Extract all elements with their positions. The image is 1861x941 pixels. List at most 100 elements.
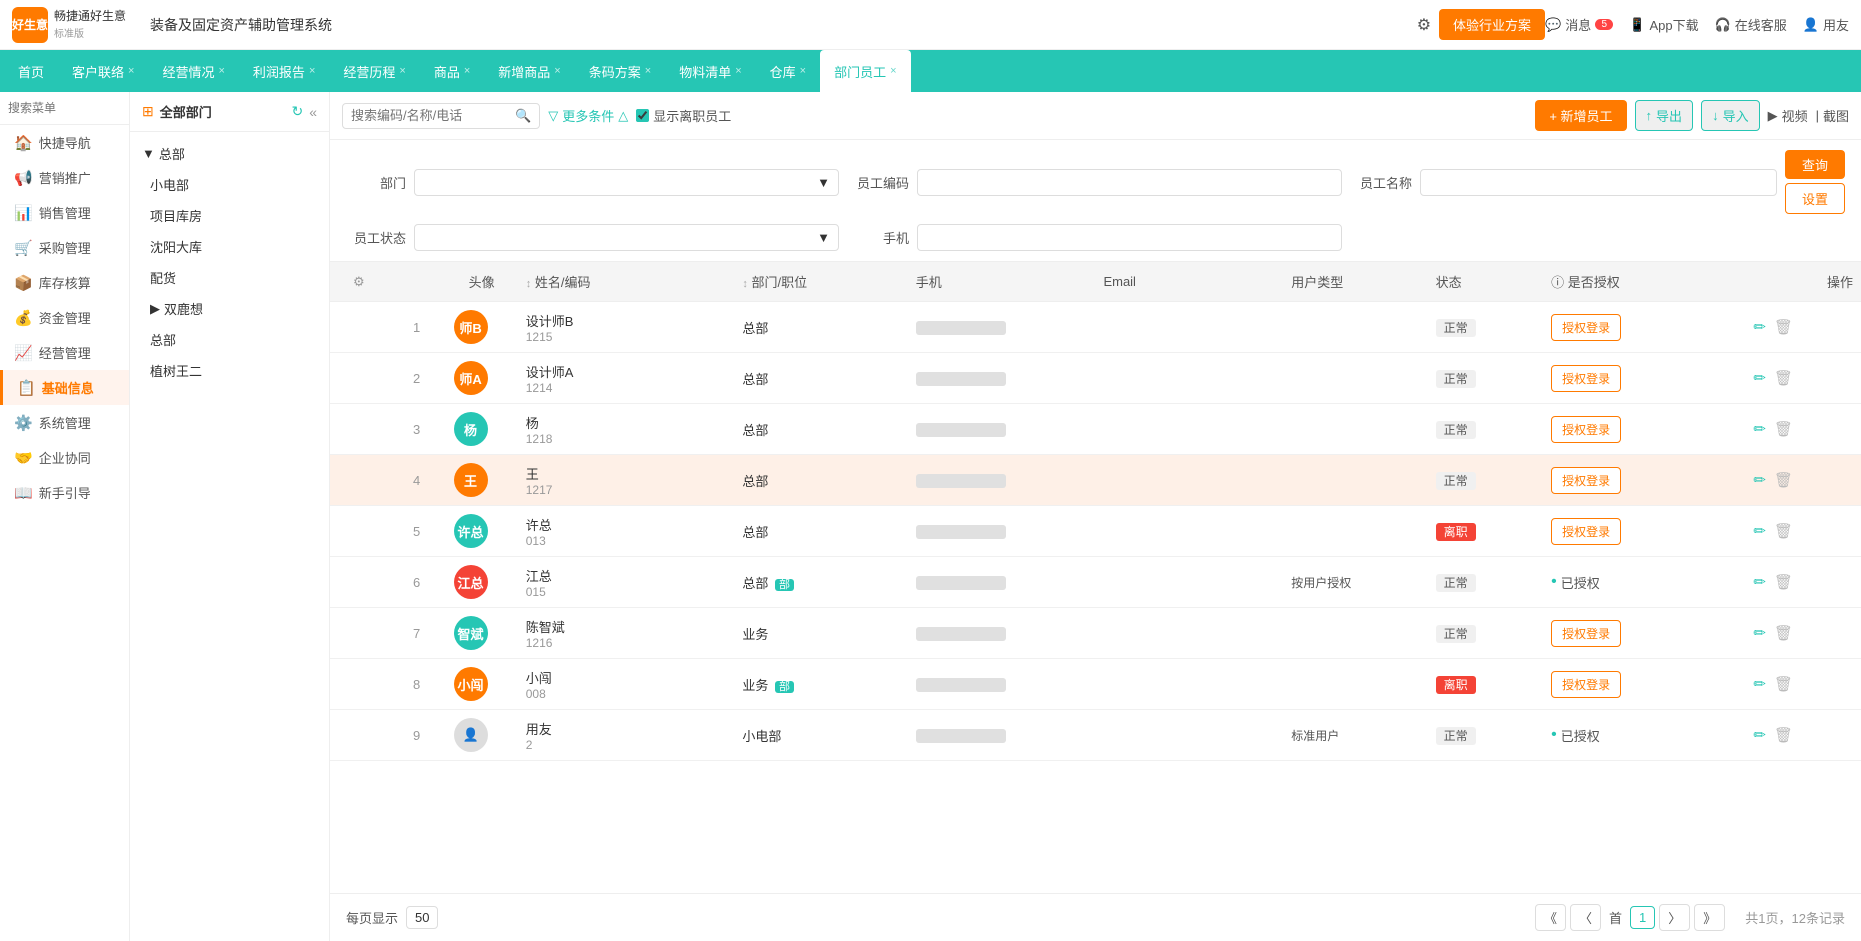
prev-page-btn[interactable]: 〈: [1570, 904, 1601, 931]
sidebar-item-basic[interactable]: 📋 基础信息: [0, 370, 129, 405]
tab-goods[interactable]: 商品×: [420, 50, 484, 92]
service-btn[interactable]: 🎧 在线客服: [1715, 15, 1787, 34]
status-filter-select[interactable]: ▼: [414, 224, 839, 251]
sidebar-item-guide[interactable]: 📖 新手引导: [0, 475, 129, 510]
auth-login-button[interactable]: 授权登录: [1551, 518, 1621, 545]
video-btn[interactable]: ▶ 视频: [1768, 106, 1808, 125]
sidebar-item-purchase[interactable]: 🛒 采购管理: [0, 230, 129, 265]
sidebar-item-quicknav[interactable]: 🏠 快捷导航: [0, 125, 129, 160]
close-icon[interactable]: ×: [218, 65, 224, 77]
sidebar-item-marketing[interactable]: 📢 营销推广: [0, 160, 129, 195]
edit-icon[interactable]: ✏: [1753, 420, 1766, 438]
dept-node-head[interactable]: ▼ 总部: [130, 138, 329, 169]
empname-filter-input[interactable]: [1420, 169, 1777, 196]
tab-history[interactable]: 经营历程×: [329, 50, 419, 92]
dept-node-project[interactable]: 项目库房: [130, 200, 329, 231]
edit-icon[interactable]: ✏: [1753, 573, 1766, 591]
dept-col-header[interactable]: ↕ 部门/职位: [734, 262, 907, 302]
delete-icon[interactable]: 🗑: [1774, 573, 1793, 591]
dept-node-delivery[interactable]: 配货: [130, 262, 329, 293]
phone-filter-input[interactable]: [917, 224, 1342, 251]
show-resigned-checkbox[interactable]: [636, 109, 649, 122]
tab-customer[interactable]: 客户联络×: [58, 50, 148, 92]
close-icon[interactable]: ×: [890, 65, 896, 77]
sidebar-item-system[interactable]: ⚙️ 系统管理: [0, 405, 129, 440]
close-icon[interactable]: ×: [800, 65, 806, 77]
tab-profit[interactable]: 利润报告×: [239, 50, 329, 92]
add-employee-button[interactable]: + 新增员工: [1535, 100, 1626, 131]
import-button[interactable]: ↓ 导入: [1701, 100, 1760, 131]
sidebar-item-sales[interactable]: 📊 销售管理: [0, 195, 129, 230]
first-page-btn[interactable]: 《: [1535, 904, 1566, 931]
name-col-header[interactable]: ↕ 姓名/编码: [518, 262, 735, 302]
edit-icon[interactable]: ✏: [1753, 522, 1766, 540]
dept-node-zongbu[interactable]: 总部: [130, 324, 329, 355]
delete-icon[interactable]: 🗑: [1774, 420, 1793, 438]
row-dept: 业务: [734, 608, 907, 659]
app-download-btn[interactable]: 📱 App下载: [1629, 15, 1698, 34]
sidebar-item-business[interactable]: 📈 经营管理: [0, 335, 129, 370]
empcode-filter-input[interactable]: [917, 169, 1342, 196]
dept-node-shenyang[interactable]: 沈阳大库: [130, 231, 329, 262]
delete-icon[interactable]: 🗑: [1774, 318, 1793, 336]
auth-login-button[interactable]: 授权登录: [1551, 365, 1621, 392]
delete-icon[interactable]: 🗑: [1774, 726, 1793, 744]
auth-login-button[interactable]: 授权登录: [1551, 416, 1621, 443]
close-icon[interactable]: ×: [645, 65, 651, 77]
more-filter-btn[interactable]: ▽ 更多条件 △: [548, 106, 628, 125]
close-icon[interactable]: ×: [309, 65, 315, 77]
last-page-btn[interactable]: 》: [1694, 904, 1725, 931]
auth-login-button[interactable]: 授权登录: [1551, 467, 1621, 494]
auth-login-button[interactable]: 授权登录: [1551, 620, 1621, 647]
tab-warehouse[interactable]: 仓库×: [756, 50, 820, 92]
tab-bom[interactable]: 物料清单×: [665, 50, 755, 92]
close-icon[interactable]: ×: [735, 65, 741, 77]
delete-icon[interactable]: 🗑: [1774, 369, 1793, 387]
sidebar-search-input[interactable]: [8, 101, 130, 115]
dept-node-shuanglu[interactable]: ▶ 双鹿想: [130, 293, 329, 324]
sidebar-item-inventory[interactable]: 📦 库存核算: [0, 265, 129, 300]
dept-collapse-icon[interactable]: «: [309, 104, 317, 120]
export-button[interactable]: ↑ 导出: [1635, 100, 1694, 131]
tab-home[interactable]: 首页: [4, 50, 58, 92]
dept-node-xiaodibu[interactable]: 小电部: [130, 169, 329, 200]
settings-col-header[interactable]: ⚙: [330, 262, 388, 302]
user-btn[interactable]: 👤 用友: [1803, 15, 1849, 34]
tab-operation[interactable]: 经营情况×: [148, 50, 238, 92]
tab-department[interactable]: 部门员工×: [820, 50, 910, 92]
auth-login-button[interactable]: 授权登录: [1551, 314, 1621, 341]
set-button[interactable]: 设置: [1785, 183, 1845, 214]
auth-login-button[interactable]: 授权登录: [1551, 671, 1621, 698]
delete-icon[interactable]: 🗑: [1774, 675, 1793, 693]
message-btn[interactable]: 💬 消息 5: [1545, 15, 1613, 34]
close-icon[interactable]: ×: [464, 65, 470, 77]
trial-button[interactable]: 体验行业方案: [1439, 9, 1545, 40]
edit-icon[interactable]: ✏: [1753, 318, 1766, 336]
page-size-select[interactable]: 50: [406, 906, 438, 929]
delete-icon[interactable]: 🗑: [1774, 522, 1793, 540]
sidebar-item-collab[interactable]: 🤝 企业协同: [0, 440, 129, 475]
close-icon[interactable]: ×: [399, 65, 405, 77]
close-icon[interactable]: ×: [554, 65, 560, 77]
edit-icon[interactable]: ✏: [1753, 471, 1766, 489]
query-button[interactable]: 查询: [1785, 150, 1845, 179]
dept-refresh-icon[interactable]: ↻: [291, 103, 303, 120]
dept-node-planting[interactable]: 植树王二: [130, 355, 329, 386]
current-page[interactable]: 1: [1630, 906, 1655, 929]
next-page-btn[interactable]: 〉: [1659, 904, 1690, 931]
phone-blurred: [916, 372, 1006, 386]
edit-icon[interactable]: ✏: [1753, 624, 1766, 642]
sidebar-item-finance[interactable]: 💰 资金管理: [0, 300, 129, 335]
tab-barcode[interactable]: 条码方案×: [575, 50, 665, 92]
search-input[interactable]: [351, 108, 511, 123]
gear-icon[interactable]: ⚙: [1417, 15, 1431, 35]
close-icon[interactable]: ×: [128, 65, 134, 77]
screenshot-btn[interactable]: | 截图: [1816, 106, 1849, 125]
delete-icon[interactable]: 🗑: [1774, 624, 1793, 642]
delete-icon[interactable]: 🗑: [1774, 471, 1793, 489]
edit-icon[interactable]: ✏: [1753, 675, 1766, 693]
edit-icon[interactable]: ✏: [1753, 726, 1766, 744]
dept-filter-select[interactable]: ▼: [414, 169, 839, 196]
edit-icon[interactable]: ✏: [1753, 369, 1766, 387]
tab-add-goods[interactable]: 新增商品×: [484, 50, 574, 92]
